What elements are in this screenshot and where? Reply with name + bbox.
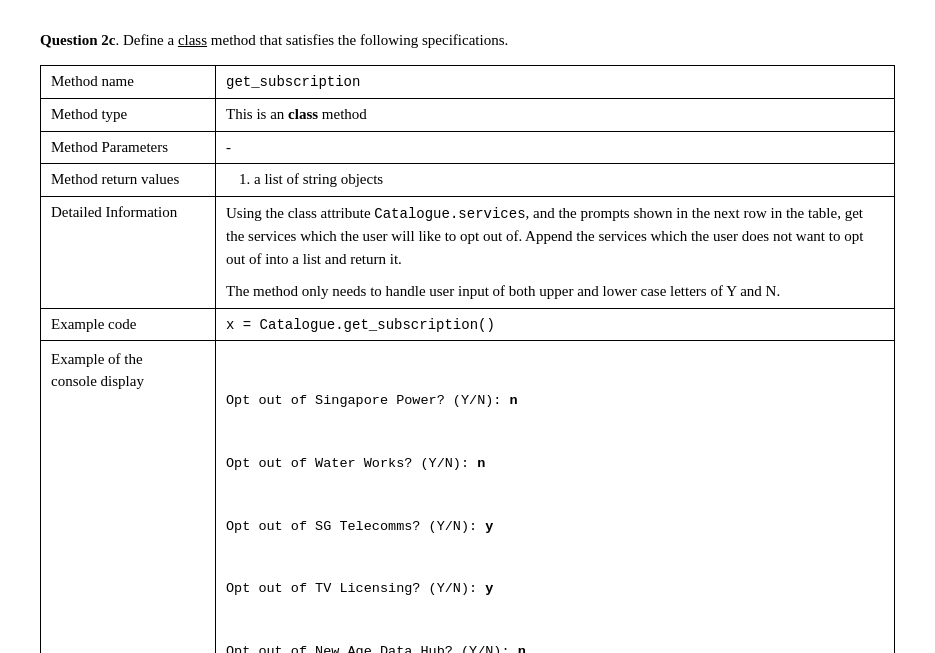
label-method-params: Method Parameters (41, 131, 216, 164)
question-label: Question 2c (40, 32, 115, 48)
console-line-1-answer: n (510, 393, 518, 408)
console-line-4-answer: y (485, 581, 493, 596)
console-display-block: Opt out of Singapore Power? (Y/N): n Opt… (226, 349, 884, 653)
value-method-params: - (216, 131, 895, 164)
console-line-5: Opt out of New Age Data Hub? (Y/N): n (226, 642, 884, 653)
table-row: Example code x = Catalogue.get_subscript… (41, 308, 895, 341)
value-example-code: x = Catalogue.get_subscription() (216, 308, 895, 341)
label-method-name: Method name (41, 66, 216, 99)
label-example-code: Example code (41, 308, 216, 341)
label-detail-info: Detailed Information (41, 197, 216, 309)
specifications-table: Method name get_subscription Method type… (40, 65, 895, 653)
detail-para-1: Using the class attribute Catalogue.serv… (226, 202, 884, 270)
console-line-3-answer: y (485, 519, 493, 534)
detail-para-2: The method only needs to handle user inp… (226, 280, 884, 303)
table-row: Method return values a list of string ob… (41, 164, 895, 197)
console-line-2: Opt out of Water Works? (Y/N): n (226, 454, 884, 475)
console-line-1-text: Opt out of Singapore Power? (Y/N): (226, 393, 510, 408)
value-detail-info: Using the class attribute Catalogue.serv… (216, 197, 895, 309)
console-line-3: Opt out of SG Telecomms? (Y/N): y (226, 517, 884, 538)
table-row: Example of theconsole display Opt out of… (41, 341, 895, 653)
return-values-list: a list of string objects (226, 169, 884, 191)
console-line-2-text: Opt out of Water Works? (Y/N): (226, 456, 477, 471)
catalogue-services-code: Catalogue.services (374, 206, 525, 222)
table-row: Detailed Information Using the class att… (41, 197, 895, 309)
method-name-code: get_subscription (226, 74, 360, 90)
label-method-type: Method type (41, 98, 216, 131)
console-line-1: Opt out of Singapore Power? (Y/N): n (226, 391, 884, 412)
question-heading: Question 2c. Define a class method that … (40, 30, 895, 51)
table-row: Method type This is an class method (41, 98, 895, 131)
console-line-2-answer: n (477, 456, 485, 471)
console-line-5-answer: n (518, 644, 526, 653)
value-method-return: a list of string objects (216, 164, 895, 197)
console-line-3-text: Opt out of SG Telecomms? (Y/N): (226, 519, 485, 534)
return-value-item: a list of string objects (254, 169, 884, 191)
table-row: Method name get_subscription (41, 66, 895, 99)
heading-text: . Define a class method that satisfies t… (115, 32, 508, 48)
value-method-name: get_subscription (216, 66, 895, 99)
value-method-type: This is an class method (216, 98, 895, 131)
example-code-text: x = Catalogue.get_subscription() (226, 317, 495, 333)
table-row: Method Parameters - (41, 131, 895, 164)
console-line-5-text: Opt out of New Age Data Hub? (Y/N): (226, 644, 518, 653)
label-method-return: Method return values (41, 164, 216, 197)
console-line-4: Opt out of TV Licensing? (Y/N): y (226, 579, 884, 600)
label-console-display: Example of theconsole display (41, 341, 216, 653)
method-type-bold: class (288, 106, 318, 122)
value-console-display: Opt out of Singapore Power? (Y/N): n Opt… (216, 341, 895, 653)
console-line-4-text: Opt out of TV Licensing? (Y/N): (226, 581, 485, 596)
